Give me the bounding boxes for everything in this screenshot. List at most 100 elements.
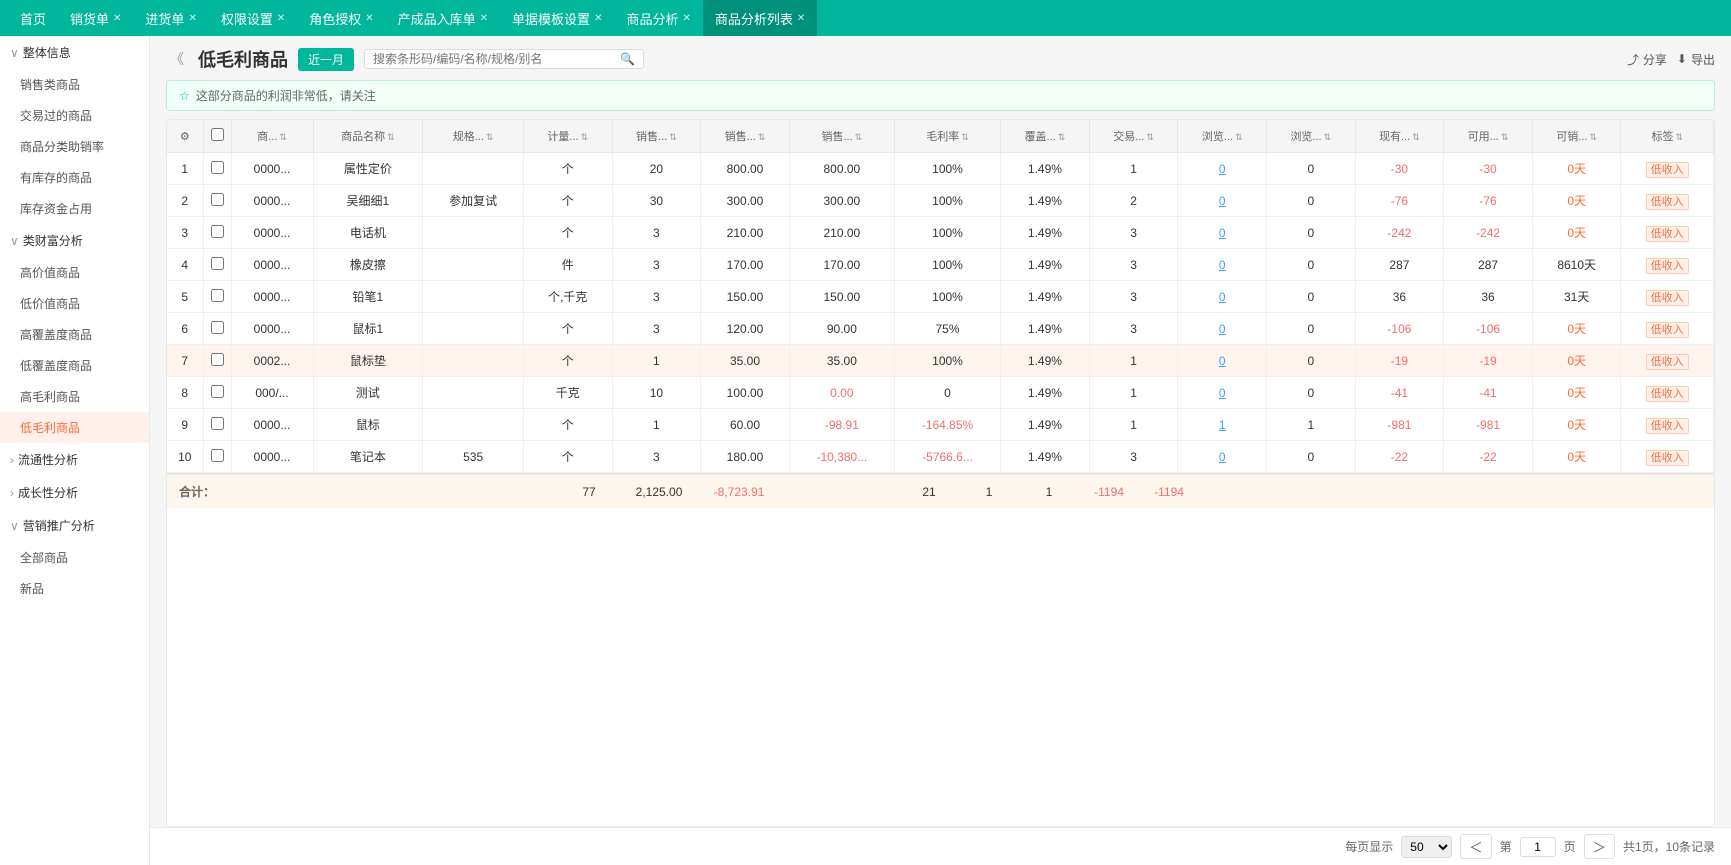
page-number-input[interactable] xyxy=(1520,837,1556,857)
sidebar-group-marketing[interactable]: ∨ 营销推广分析 xyxy=(0,509,149,542)
row-checkbox[interactable] xyxy=(211,161,224,174)
th-code[interactable]: 商...⇅ xyxy=(231,120,313,153)
nav-template-close[interactable]: ✕ xyxy=(594,13,602,24)
row-checkbox[interactable] xyxy=(211,385,224,398)
cell-stock: -41 xyxy=(1355,377,1444,409)
arrow-down-icon-2: ∨ xyxy=(10,234,19,248)
th-sales-profit[interactable]: 销售...⇅ xyxy=(789,120,894,153)
sidebar-item-all-goods[interactable]: 全部商品 xyxy=(0,542,149,573)
nav-role-close[interactable]: ✕ xyxy=(365,13,373,24)
nav-permissions-close[interactable]: ✕ xyxy=(277,13,285,24)
nav-goods-analysis-list[interactable]: 商品分析列表 ✕ xyxy=(703,0,817,36)
th-coverage[interactable]: 覆盖...⇅ xyxy=(1001,120,1090,153)
search-input[interactable] xyxy=(373,52,620,66)
row-checkbox[interactable] xyxy=(211,417,224,430)
cell-browse2: 0 xyxy=(1266,345,1355,377)
sidebar-item-high-coverage[interactable]: 高覆盖度商品 xyxy=(0,319,149,350)
cell-check[interactable] xyxy=(203,377,231,409)
row-checkbox[interactable] xyxy=(211,289,224,302)
row-checkbox[interactable] xyxy=(211,257,224,270)
cell-coverage: 1.49% xyxy=(1001,281,1090,313)
th-stock[interactable]: 现有...⇅ xyxy=(1355,120,1444,153)
th-browse2[interactable]: 浏览...⇅ xyxy=(1266,120,1355,153)
th-name[interactable]: 商品名称⇅ xyxy=(313,120,423,153)
th-sellable[interactable]: 可销...⇅ xyxy=(1532,120,1621,153)
th-spec[interactable]: 规格...⇅ xyxy=(423,120,524,153)
sidebar-item-high-value[interactable]: 高价值商品 xyxy=(0,257,149,288)
th-available[interactable]: 可用...⇅ xyxy=(1444,120,1533,153)
th-tag[interactable]: 标签⇅ xyxy=(1621,120,1714,153)
cell-sales-profit: -10,380... xyxy=(789,441,894,473)
row-checkbox[interactable] xyxy=(211,193,224,206)
sidebar-item-low-value[interactable]: 低价值商品 xyxy=(0,288,149,319)
sidebar-item-category-rate[interactable]: 商品分类助销率 xyxy=(0,131,149,162)
cell-check[interactable] xyxy=(203,345,231,377)
cell-transactions: 3 xyxy=(1089,281,1178,313)
cell-code: 0000... xyxy=(231,441,313,473)
table-row: 7 0002... 鼠标垫 个 1 35.00 35.00 100% 1.49%… xyxy=(167,345,1714,377)
cell-check[interactable] xyxy=(203,313,231,345)
nav-permissions[interactable]: 权限设置 ✕ xyxy=(209,0,297,36)
sidebar-group-circulation[interactable]: › 流通性分析 xyxy=(0,443,149,476)
cell-check[interactable] xyxy=(203,249,231,281)
sidebar-group-overall[interactable]: ∨ 整体信息 xyxy=(0,36,149,69)
cell-code: 0000... xyxy=(231,217,313,249)
cell-num: 4 xyxy=(167,249,203,281)
sidebar-group-growth[interactable]: › 成长性分析 xyxy=(0,476,149,509)
next-page-button[interactable]: ＞ xyxy=(1584,834,1615,859)
sidebar-item-stock-capital[interactable]: 库存资金占用 xyxy=(0,193,149,224)
sidebar-item-low-margin[interactable]: 低毛利商品 xyxy=(0,412,149,443)
share-button[interactable]: ⤴ 分享 xyxy=(1627,51,1667,68)
nav-product-storage-close[interactable]: ✕ xyxy=(480,13,488,24)
nav-product-storage[interactable]: 产成品入库单 ✕ xyxy=(386,0,500,36)
row-checkbox[interactable] xyxy=(211,225,224,238)
header-actions: ⤴ 分享 ⬇ 导出 xyxy=(1627,51,1715,68)
cell-check[interactable] xyxy=(203,281,231,313)
nav-goods-analysis-close[interactable]: ✕ xyxy=(682,13,690,24)
cell-browse2: 0 xyxy=(1266,281,1355,313)
sidebar-item-traded-goods[interactable]: 交易过的商品 xyxy=(0,100,149,131)
footer-transactions: 21 xyxy=(899,485,959,499)
nav-goods-analysis[interactable]: 商品分析 ✕ xyxy=(614,0,702,36)
time-filter-button[interactable]: 近一月 xyxy=(298,48,354,71)
sidebar-item-new-goods[interactable]: 新品 xyxy=(0,573,149,604)
nav-home[interactable]: 首页 xyxy=(8,0,58,36)
th-profit-rate[interactable]: 毛利率⇅ xyxy=(894,120,1000,153)
page-size-label: 每页显示 xyxy=(1345,838,1393,855)
nav-goods-list-close[interactable]: ✕ xyxy=(797,13,805,24)
row-checkbox[interactable] xyxy=(211,353,224,366)
row-checkbox[interactable] xyxy=(211,449,224,462)
th-unit[interactable]: 计量...⇅ xyxy=(523,120,612,153)
th-sales-qty[interactable]: 销售...⇅ xyxy=(612,120,701,153)
th-browse1[interactable]: 浏览...⇅ xyxy=(1178,120,1267,153)
nav-purchase-close[interactable]: ✕ xyxy=(188,13,196,24)
prev-page-button[interactable]: ＜ xyxy=(1460,834,1491,859)
th-sales-amount[interactable]: 销售...⇅ xyxy=(701,120,790,153)
nav-sales[interactable]: 销货单 ✕ xyxy=(58,0,133,36)
nav-sales-close[interactable]: ✕ xyxy=(113,13,121,24)
th-transactions[interactable]: 交易...⇅ xyxy=(1089,120,1178,153)
cell-check[interactable] xyxy=(203,441,231,473)
sidebar-item-high-margin[interactable]: 高毛利商品 xyxy=(0,381,149,412)
cell-sellable: 0天 xyxy=(1532,345,1621,377)
cell-browse2: 0 xyxy=(1266,185,1355,217)
cell-check[interactable] xyxy=(203,409,231,441)
cell-check[interactable] xyxy=(203,185,231,217)
page-size-select[interactable]: 50 100 200 xyxy=(1401,836,1452,858)
nav-purchase[interactable]: 进货单 ✕ xyxy=(133,0,208,36)
cell-spec xyxy=(423,409,524,441)
sidebar-group-wealth[interactable]: ∨ 类财富分析 xyxy=(0,224,149,257)
th-checkbox[interactable] xyxy=(203,120,231,153)
cell-check[interactable] xyxy=(203,217,231,249)
sidebar-item-low-coverage[interactable]: 低覆盖度商品 xyxy=(0,350,149,381)
select-all-checkbox[interactable] xyxy=(211,128,224,141)
export-button[interactable]: ⬇ 导出 xyxy=(1677,51,1715,68)
row-checkbox[interactable] xyxy=(211,321,224,334)
sidebar-item-stocked-goods[interactable]: 有库存的商品 xyxy=(0,162,149,193)
sidebar-item-sales-goods[interactable]: 销售类商品 xyxy=(0,69,149,100)
nav-role-auth[interactable]: 角色授权 ✕ xyxy=(297,0,385,36)
nav-template-settings[interactable]: 单据模板设置 ✕ xyxy=(500,0,614,36)
cell-check[interactable] xyxy=(203,153,231,185)
th-setting[interactable]: ⚙ xyxy=(167,120,203,153)
sidebar-collapse-btn[interactable]: 《 xyxy=(166,49,188,69)
